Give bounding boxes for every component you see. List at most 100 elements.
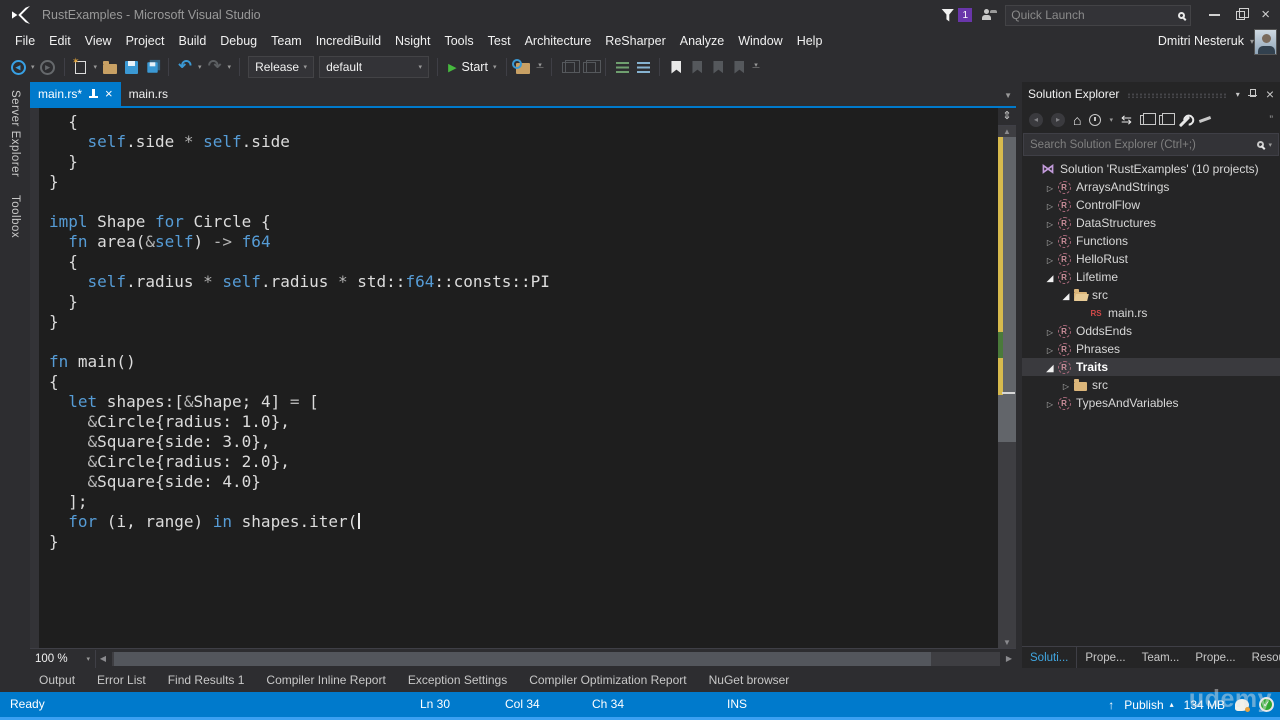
pending-changes-filter-icon[interactable]: [1089, 113, 1102, 126]
tool-tab-find-results-1[interactable]: Find Results 1: [159, 670, 254, 690]
pin-icon[interactable]: [89, 88, 99, 100]
menu-resharper[interactable]: ReSharper: [598, 32, 672, 50]
menu-team[interactable]: Team: [264, 32, 309, 50]
expand-arrow-icon[interactable]: ▷: [1060, 378, 1072, 392]
code-line[interactable]: {: [49, 372, 998, 392]
properties-wrench-icon[interactable]: [1178, 115, 1191, 128]
panel-tab-prope[interactable]: Prope...: [1187, 647, 1243, 668]
status-column-number[interactable]: Col 34: [505, 697, 540, 711]
code-line[interactable]: &Square{side: 4.0}: [49, 472, 998, 492]
save-button[interactable]: [123, 56, 139, 78]
expand-arrow-icon[interactable]: ▷: [1044, 324, 1056, 338]
navigate-forward-button[interactable]: ▸: [40, 56, 56, 78]
menu-nsight[interactable]: Nsight: [388, 32, 437, 50]
solution-search-input[interactable]: [1030, 138, 1254, 151]
menu-help[interactable]: Help: [790, 32, 830, 50]
panel-tab-team[interactable]: Team...: [1134, 647, 1188, 668]
code-area[interactable]: { self.side * self.side }} impl Shape fo…: [39, 108, 998, 648]
expand-arrow-icon[interactable]: ▷: [1044, 342, 1056, 356]
notifications-funnel-icon[interactable]: [941, 8, 955, 22]
new-item-button[interactable]: [72, 56, 89, 78]
horizontal-scrollbar-thumb[interactable]: [114, 651, 931, 666]
user-name[interactable]: Dmitri Nesteruk: [1158, 34, 1244, 48]
code-line[interactable]: &Circle{radius: 1.0},: [49, 412, 998, 432]
scroll-up-icon[interactable]: ▲: [998, 126, 1016, 137]
tool-tab-exception-settings[interactable]: Exception Settings: [399, 670, 516, 690]
code-line[interactable]: let shapes:[&Shape; 4] = [: [49, 392, 998, 412]
feedback-icon[interactable]: [982, 9, 995, 21]
minimize-button[interactable]: [1209, 14, 1221, 16]
tool-tab-output[interactable]: Output: [30, 670, 84, 690]
navigate-back-button[interactable]: ◂: [10, 56, 26, 78]
menu-tools[interactable]: Tools: [437, 32, 480, 50]
code-line[interactable]: {: [49, 112, 998, 132]
code-line[interactable]: self.radius * self.radius * std::f64::co…: [49, 272, 998, 292]
collapse-arrow-icon[interactable]: ◢: [1060, 288, 1072, 302]
code-line[interactable]: }: [49, 532, 998, 552]
menu-debug[interactable]: Debug: [213, 32, 264, 50]
tree-item-solution-rustexamples-10-projects[interactable]: ⋈ Solution 'RustExamples' (10 projects): [1022, 160, 1280, 178]
preview-selected-items-icon[interactable]: [1158, 112, 1175, 125]
split-window-handle[interactable]: ⇕: [998, 108, 1016, 126]
next-bookmark-button[interactable]: [710, 56, 726, 78]
status-insert-mode[interactable]: INS: [727, 697, 747, 711]
close-tab-icon[interactable]: ×: [105, 87, 113, 100]
indicator-margin[interactable]: [30, 108, 39, 648]
decrease-indent-button[interactable]: [614, 56, 630, 78]
code-line[interactable]: [49, 332, 998, 352]
tree-item-lifetime[interactable]: ◢ R Lifetime: [1022, 268, 1280, 286]
new-item-dropdown-icon[interactable]: ▾: [94, 63, 98, 71]
clear-bookmarks-button[interactable]: [731, 56, 747, 78]
home-icon[interactable]: ⌂: [1073, 113, 1081, 127]
tree-item-oddsends[interactable]: ▷ R OddsEnds: [1022, 322, 1280, 340]
explorer-forward-button[interactable]: ▸: [1051, 112, 1065, 127]
restore-button[interactable]: [1236, 7, 1250, 20]
scroll-left-icon[interactable]: ◀: [96, 654, 110, 663]
expand-arrow-icon[interactable]: ▷: [1044, 396, 1056, 410]
panel-tab-soluti[interactable]: Soluti...: [1022, 647, 1078, 668]
solution-configuration-select[interactable]: Release ▾: [248, 56, 315, 78]
document-tab-main-rs[interactable]: main.rs: [121, 82, 176, 106]
solution-explorer-header[interactable]: Solution Explorer ▾ ×: [1022, 82, 1280, 106]
collapse-all-icon[interactable]: [1139, 112, 1156, 125]
menu-view[interactable]: View: [78, 32, 119, 50]
tree-item-arraysandstrings[interactable]: ▷ R ArraysAndStrings: [1022, 178, 1280, 196]
attach-process-button[interactable]: [560, 56, 580, 78]
menu-project[interactable]: Project: [119, 32, 172, 50]
undo-dropdown-icon[interactable]: ▾: [198, 63, 202, 71]
auto-hide-pin-icon[interactable]: [1247, 88, 1257, 100]
notification-count-badge[interactable]: 1: [958, 8, 973, 22]
close-button[interactable]: ×: [1261, 7, 1270, 22]
document-tab-main-rs[interactable]: main.rs* ×: [30, 82, 121, 106]
tree-item-src[interactable]: ◢ src: [1022, 286, 1280, 304]
navigate-back-dropdown-icon[interactable]: ▾: [31, 63, 35, 71]
menu-window[interactable]: Window: [731, 32, 789, 50]
solution-platform-select[interactable]: default ▾: [319, 56, 430, 78]
quick-launch-box[interactable]: [1005, 4, 1192, 26]
document-list-dropdown-icon[interactable]: ▼: [1004, 91, 1012, 100]
menu-file[interactable]: File: [8, 32, 42, 50]
explorer-toolbar-overflow-icon[interactable]: ”: [1269, 114, 1273, 126]
collapse-arrow-icon[interactable]: ◢: [1044, 270, 1056, 284]
tab-toolbox[interactable]: Toolbox: [9, 195, 21, 238]
code-line[interactable]: }: [49, 172, 998, 192]
code-line[interactable]: impl Shape for Circle {: [49, 212, 998, 232]
publish-up-arrow-icon[interactable]: ↑: [1108, 698, 1114, 712]
toolbar-overflow-icon[interactable]: ▾ —: [536, 62, 543, 71]
code-line[interactable]: &Square{side: 3.0},: [49, 432, 998, 452]
expand-arrow-icon[interactable]: ▷: [1044, 234, 1056, 248]
search-options-dropdown-icon[interactable]: ▾: [1268, 141, 1272, 149]
quick-launch-input[interactable]: [1011, 8, 1179, 22]
tool-tab-nuget-browser[interactable]: NuGet browser: [700, 670, 799, 690]
redo-button[interactable]: ↷: [207, 56, 223, 78]
scroll-right-icon[interactable]: ▶: [1002, 654, 1016, 663]
editor-zoom-select[interactable]: 100 % ▾: [30, 649, 96, 668]
menu-architecture[interactable]: Architecture: [518, 32, 599, 50]
publish-expand-icon[interactable]: ▴: [1170, 700, 1174, 709]
open-file-button[interactable]: [102, 56, 118, 78]
code-line[interactable]: ];: [49, 492, 998, 512]
solution-search-box[interactable]: ▾: [1023, 133, 1279, 156]
tool-tab-error-list[interactable]: Error List: [88, 670, 155, 690]
publish-button[interactable]: Publish: [1124, 698, 1163, 712]
menu-test[interactable]: Test: [481, 32, 518, 50]
